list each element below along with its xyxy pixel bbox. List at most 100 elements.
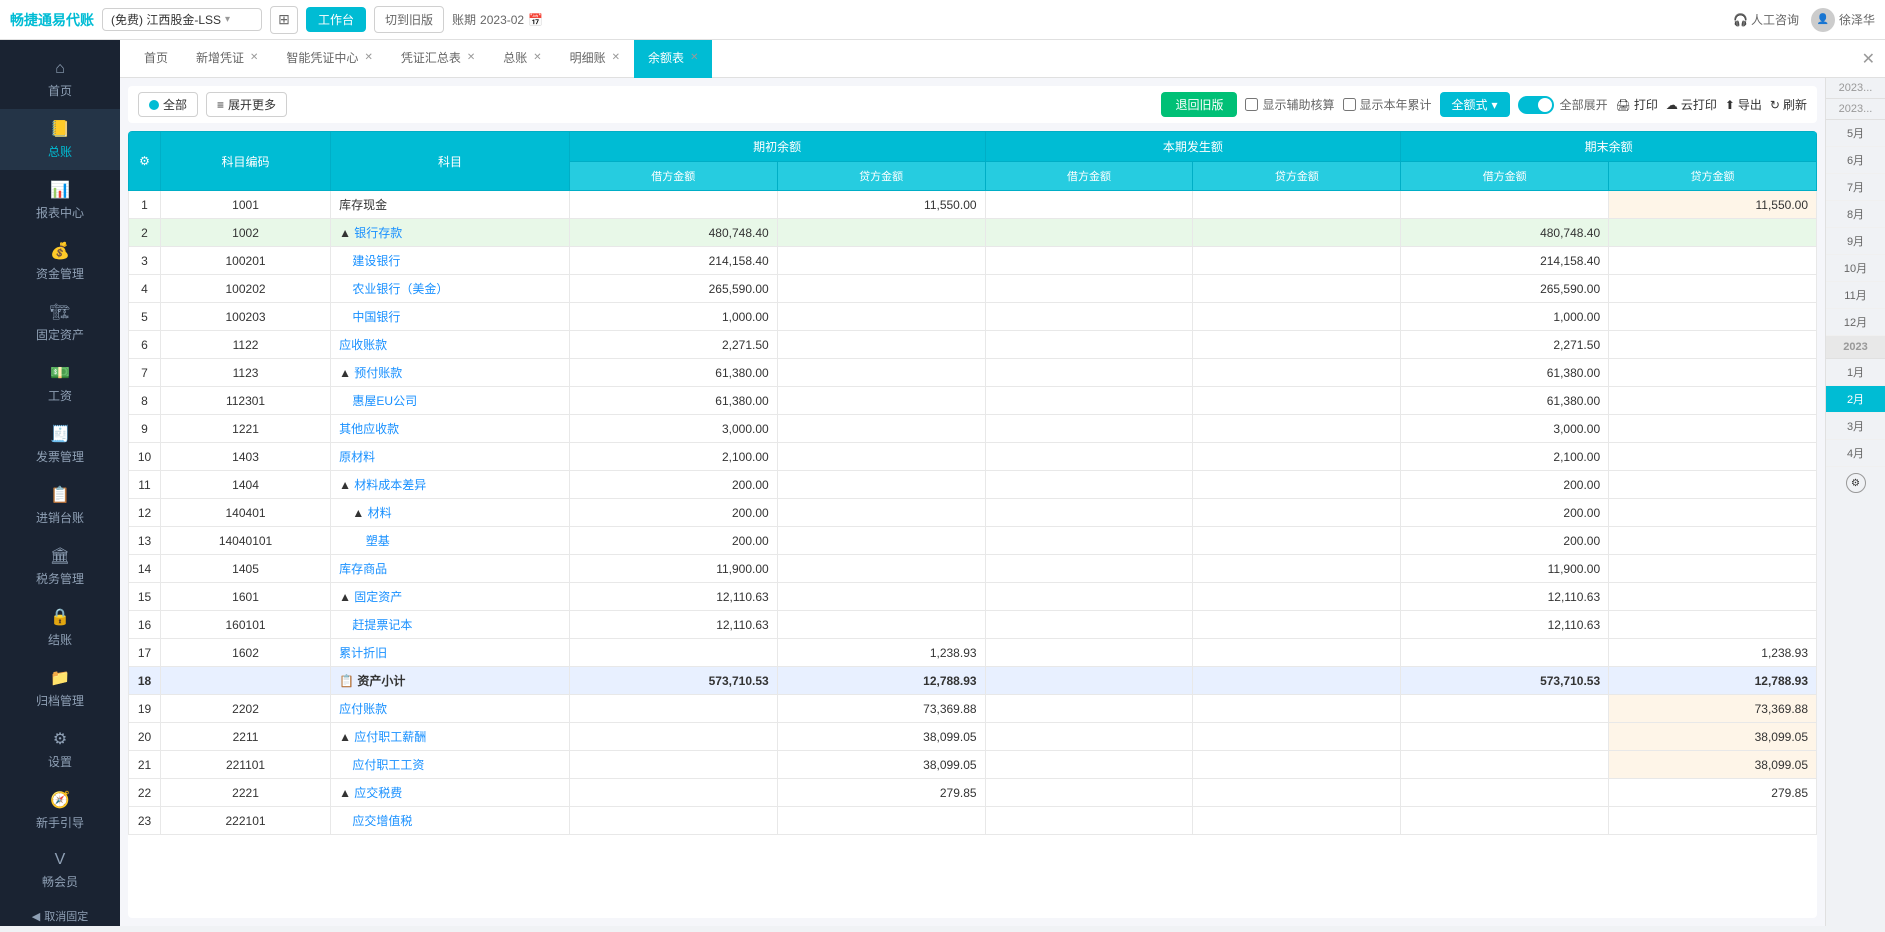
copy-icon[interactable]: ⊞ (270, 6, 298, 34)
subject-link[interactable]: 银行存款 (354, 226, 402, 240)
tab-balance-close[interactable]: ✕ (690, 52, 698, 63)
aux-checkbox-input[interactable] (1245, 98, 1258, 111)
sidebar-item-invoice[interactable]: 🧾 发票管理 (0, 414, 120, 475)
timeline-8[interactable]: 8月 (1826, 201, 1885, 228)
tab-voucher-summary-close[interactable]: ✕ (467, 52, 475, 63)
timeline-9[interactable]: 9月 (1826, 228, 1885, 255)
subject-link[interactable]: 应付账款 (339, 702, 387, 716)
row-subject[interactable]: ▲ 银行存款 (331, 219, 570, 247)
row-subject[interactable]: 应付职工工资 (331, 751, 570, 779)
tab-bar-close-icon[interactable]: ✕ (1862, 49, 1875, 69)
subject-link[interactable]: 赶提票记本 (352, 618, 412, 632)
row-subject[interactable]: 原材料 (331, 443, 570, 471)
user-info[interactable]: 👤 徐泽华 (1811, 8, 1875, 32)
tab-smart-check-close[interactable]: ✕ (364, 52, 372, 63)
subject-link[interactable]: 其他应收款 (339, 422, 399, 436)
sidebar-item-assets-mgmt[interactable]: 💰 资金管理 (0, 231, 120, 292)
tab-smart-check[interactable]: 智能凭证中心 ✕ (272, 40, 386, 78)
row-subject[interactable]: 塑基 (331, 527, 570, 555)
sidebar-item-reports[interactable]: 📊 报表中心 (0, 170, 120, 231)
row-subject[interactable]: 惠屋EU公司 (331, 387, 570, 415)
subject-link[interactable]: 应收账款 (339, 338, 387, 352)
unpin-sidebar-button[interactable]: ◀ 取消固定 (0, 900, 120, 932)
sidebar-item-home[interactable]: ⌂ 首页 (0, 50, 120, 109)
subject-link[interactable]: 材料成本差异 (354, 478, 426, 492)
sidebar-item-archive[interactable]: 📁 归档管理 (0, 658, 120, 719)
row-subject[interactable]: 赶提票记本 (331, 611, 570, 639)
fullmode-button[interactable]: 全额式 ▾ (1440, 92, 1510, 117)
row-subject[interactable]: 其他应收款 (331, 415, 570, 443)
row-subject[interactable]: ▲ 预付账款 (331, 359, 570, 387)
tab-detail-close[interactable]: ✕ (612, 52, 620, 63)
subject-link[interactable]: 惠屋EU公司 (352, 394, 417, 408)
subject-link[interactable]: 库存商品 (339, 562, 387, 576)
consult-button[interactable]: 🎧 人工咨询 (1733, 11, 1799, 28)
subject-link[interactable]: 预付账款 (354, 366, 402, 380)
row-subject[interactable]: 应收账款 (331, 331, 570, 359)
sidebar-item-ledger[interactable]: 📒 总账 (0, 109, 120, 170)
sidebar-item-payroll[interactable]: 💵 工资 (0, 353, 120, 414)
timeline-10[interactable]: 10月 (1826, 255, 1885, 282)
subject-link[interactable]: 塑基 (366, 534, 390, 548)
expand-all-toggle[interactable]: 全部展开 (1518, 96, 1608, 114)
subject-link[interactable]: 应交税费 (354, 786, 402, 800)
sidebar-item-purchase-sales[interactable]: 📋 进销台账 (0, 475, 120, 536)
sidebar-item-close[interactable]: 🔒 结账 (0, 597, 120, 658)
row-subject[interactable]: 应付账款 (331, 695, 570, 723)
expand-button[interactable]: ≡ 展开更多 (206, 92, 287, 117)
tab-ledger-close[interactable]: ✕ (533, 52, 541, 63)
subject-link[interactable]: 建设银行 (352, 254, 400, 268)
workbench-button[interactable]: 工作台 (306, 7, 366, 32)
subject-link[interactable]: 原材料 (339, 450, 375, 464)
sidebar-item-guide[interactable]: 🧭 新手引导 (0, 780, 120, 841)
subject-link[interactable]: 应付职工工资 (352, 758, 424, 772)
timeline-5[interactable]: 5月 (1826, 120, 1885, 147)
subject-link[interactable]: 农业银行（美金） (352, 282, 448, 296)
row-subject[interactable]: ▲ 应付职工薪酬 (331, 723, 570, 751)
tab-new-voucher[interactable]: 新增凭证 ✕ (182, 40, 272, 78)
timeline-3[interactable]: 3月 (1826, 413, 1885, 440)
row-subject[interactable]: 累计折旧 (331, 639, 570, 667)
sidebar-item-tax[interactable]: 🏛 税务管理 (0, 536, 120, 597)
return-button[interactable]: 退回旧版 (1161, 92, 1237, 117)
row-subject[interactable]: ▲ 固定资产 (331, 583, 570, 611)
subject-link[interactable]: 中国银行 (352, 310, 400, 324)
print-button[interactable]: 🖨 打印 (1616, 96, 1658, 113)
company-selector[interactable]: (免费) 江西股金-LSS ▾ (102, 8, 262, 31)
subject-link[interactable]: 材料 (368, 506, 392, 520)
timeline-11[interactable]: 11月 (1826, 282, 1885, 309)
timeline-4[interactable]: 4月 (1826, 440, 1885, 467)
subject-link[interactable]: 累计折旧 (339, 646, 387, 660)
show-ytd-checkbox[interactable]: 显示本年累计 (1343, 96, 1432, 113)
row-subject[interactable]: 应交增值税 (331, 807, 570, 835)
timeline-7[interactable]: 7月 (1826, 174, 1885, 201)
tab-balance[interactable]: 余额表 ✕ (634, 40, 712, 78)
row-subject[interactable]: 建设银行 (331, 247, 570, 275)
row-subject[interactable]: 中国银行 (331, 303, 570, 331)
sidebar-item-vip[interactable]: V 畅会员 (0, 841, 120, 900)
timeline-6[interactable]: 6月 (1826, 147, 1885, 174)
switch-version-button[interactable]: 切到旧版 (374, 6, 444, 33)
tab-home[interactable]: 首页 (130, 40, 182, 78)
tab-voucher-summary[interactable]: 凭证汇总表 ✕ (387, 40, 489, 78)
timeline-12[interactable]: 12月 (1826, 309, 1885, 336)
refresh-button[interactable]: ↻ 刷新 (1770, 96, 1807, 113)
calendar-icon[interactable]: 📅 (528, 13, 543, 27)
subject-link[interactable]: 应交增值税 (352, 814, 412, 828)
row-subject[interactable]: ▲ 材料 (331, 499, 570, 527)
tab-detail[interactable]: 明细账 ✕ (556, 40, 634, 78)
export-button[interactable]: ⬆ 导出 (1725, 96, 1762, 113)
timeline-2[interactable]: 2月 (1826, 386, 1885, 413)
sidebar-item-fixed-assets[interactable]: 🏗 固定资产 (0, 292, 120, 353)
sidebar-item-settings[interactable]: ⚙ 设置 (0, 719, 120, 780)
row-subject[interactable]: ▲ 应交税费 (331, 779, 570, 807)
timeline-1[interactable]: 1月 (1826, 359, 1885, 386)
ytd-checkbox-input[interactable] (1343, 98, 1356, 111)
row-subject[interactable]: 库存商品 (331, 555, 570, 583)
toggle-switch[interactable] (1518, 96, 1554, 114)
show-aux-checkbox[interactable]: 显示辅助核算 (1245, 96, 1334, 113)
settings-col-header[interactable]: ⚙ (129, 132, 161, 191)
cloud-print-button[interactable]: ☁ 云打印 (1666, 96, 1717, 113)
breadcrumb-all[interactable]: 全部 (138, 92, 198, 117)
tab-ledger[interactable]: 总账 ✕ (489, 40, 555, 78)
